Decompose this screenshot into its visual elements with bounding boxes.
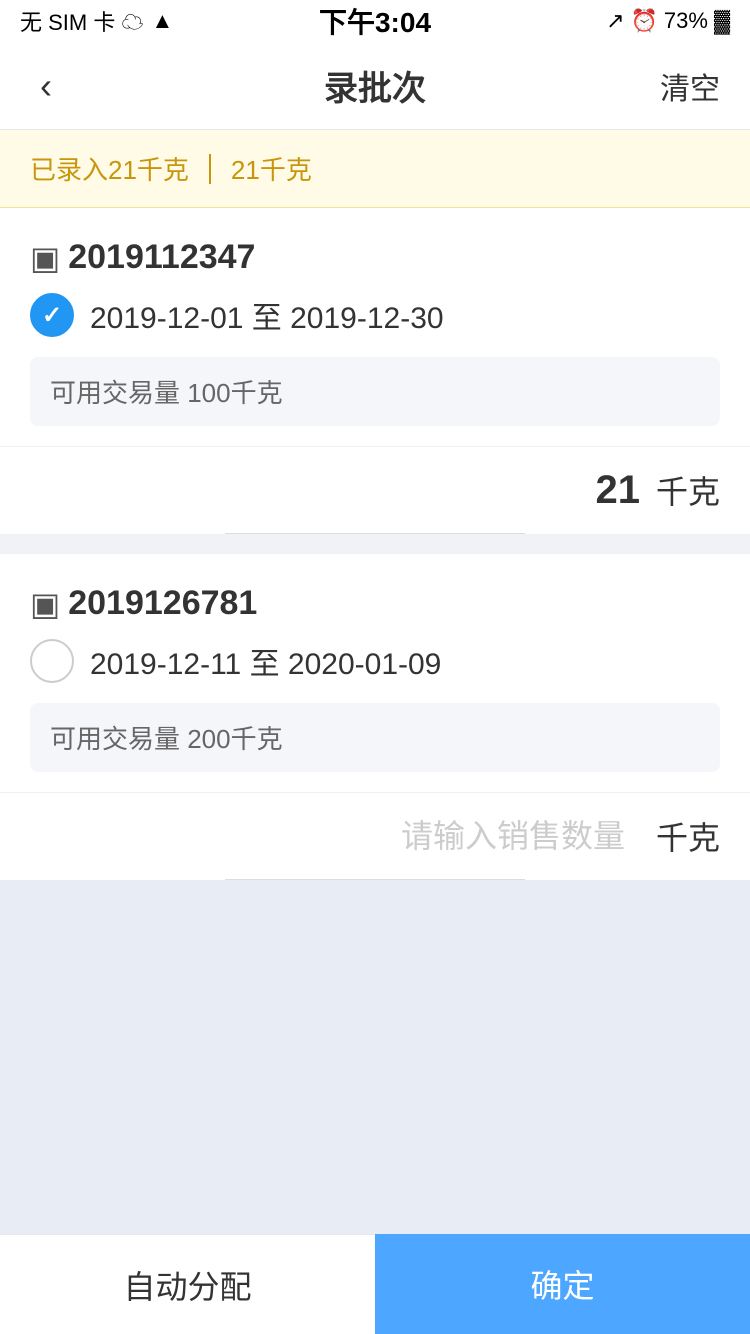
batch1-avail: 可用交易量 100千克 (30, 357, 720, 426)
battery-icon: ▓ (714, 8, 730, 34)
status-left: 无 SIM 卡 ☁ ▲ (20, 5, 173, 37)
recorded-label: 已录入21千克 (30, 150, 189, 187)
bottom-bar: 自动分配 确定 (0, 1234, 750, 1334)
batch1-row[interactable]: ✓ 2019-12-01 至 2019-12-30 (30, 293, 720, 337)
batch1-check: ✓ (42, 301, 62, 330)
banner-divider (209, 154, 211, 184)
alarm-icon: ⏰ (631, 8, 658, 34)
sim-label: 无 SIM 卡 ☁ (20, 5, 143, 37)
clear-button[interactable]: 清空 (660, 64, 720, 108)
status-time: 下午3:04 (319, 1, 431, 41)
confirm-button[interactable]: 确定 (375, 1234, 750, 1334)
battery-label: 73% (664, 8, 708, 34)
batch2-radio[interactable] (30, 639, 74, 683)
batch1-content: ▣ 2019112347 ✓ 2019-12-01 至 2019-12-30 (0, 208, 750, 337)
page-title: 录批次 (324, 61, 426, 110)
batch1-qty-row: 21 千克 (0, 446, 750, 533)
info-banner: 已录入21千克 21千克 (0, 130, 750, 208)
batch2-unit: 千克 (656, 813, 720, 859)
banner-value: 21千克 (231, 150, 312, 187)
batch2-quantity-input[interactable] (30, 818, 640, 855)
batch1-header: ▣ 2019112347 (30, 238, 720, 277)
main-content: 已录入21千克 21千克 ▣ 2019112347 ✓ 2019-12-01 至… (0, 130, 750, 1280)
batch2-date: 2019-12-11 至 2020-01-09 (90, 639, 441, 683)
batch1-radio[interactable]: ✓ (30, 293, 74, 337)
location-icon: ↗ (606, 8, 624, 34)
batch2-avail: 可用交易量 200千克 (30, 703, 720, 772)
batch2-content: ▣ 2019126781 2019-12-11 至 2020-01-09 (0, 554, 750, 683)
auto-distribute-button[interactable]: 自动分配 (0, 1234, 375, 1334)
status-bar: 无 SIM 卡 ☁ ▲ 下午3:04 ↗ ⏰ 73% ▓ (0, 0, 750, 42)
batch1-date: 2019-12-01 至 2019-12-30 (90, 293, 444, 337)
batch2-header: ▣ 2019126781 (30, 584, 720, 623)
batch2-row[interactable]: 2019-12-11 至 2020-01-09 (30, 639, 720, 683)
batch1-card: ▣ 2019112347 ✓ 2019-12-01 至 2019-12-30 可… (0, 208, 750, 534)
batch2-id: 2019126781 (68, 584, 257, 623)
back-button[interactable]: ‹ (30, 55, 62, 117)
batch2-card: ▣ 2019126781 2019-12-11 至 2020-01-09 可用交… (0, 554, 750, 880)
card-separator (0, 534, 750, 554)
wifi-icon: ▲ (151, 8, 173, 34)
batch2-input-row[interactable]: 千克 (0, 792, 750, 879)
batch1-icon: ▣ (30, 239, 60, 277)
batch1-quantity: 21 (595, 468, 640, 513)
nav-bar: ‹ 录批次 清空 (0, 42, 750, 130)
batch2-icon: ▣ (30, 585, 60, 623)
empty-space (0, 880, 750, 1280)
batch1-id: 2019112347 (68, 238, 255, 277)
batch1-unit: 千克 (656, 467, 720, 513)
status-right: ↗ ⏰ 73% ▓ (606, 8, 730, 34)
